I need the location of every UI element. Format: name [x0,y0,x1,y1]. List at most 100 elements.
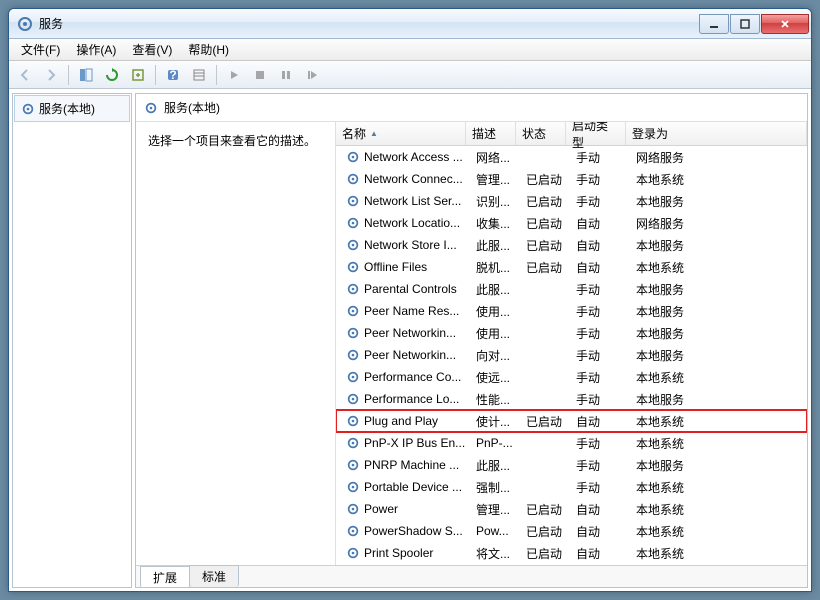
service-row[interactable]: Print Spooler将文...已启动自动本地系统 [336,542,807,564]
gear-icon [346,546,360,560]
cell-name: Network Connec... [342,172,472,186]
cell-logon: 本地服务 [632,193,807,210]
cell-startup: 手动 [572,171,632,188]
service-row[interactable]: Power管理...已启动自动本地系统 [336,498,807,520]
maximize-button[interactable] [730,14,760,34]
service-row[interactable]: Performance Lo...性能...手动本地服务 [336,388,807,410]
cell-logon: 本地系统 [632,545,807,562]
forward-button[interactable] [39,63,63,87]
cell-startup: 手动 [572,457,632,474]
col-status[interactable]: 状态 [516,122,566,145]
cell-name: Peer Networkin... [342,326,472,340]
col-startup[interactable]: 启动类型 [566,122,626,145]
gear-icon [346,282,360,296]
cell-desc: 管理... [472,501,522,518]
cell-status: 已启动 [522,523,572,540]
service-row[interactable]: Offline Files脱机...已启动自动本地系统 [336,256,807,278]
cell-logon: 本地系统 [632,479,807,496]
service-row[interactable]: Peer Name Res...使用...手动本地服务 [336,300,807,322]
col-name[interactable]: 名称▲ [336,122,466,145]
menu-file[interactable]: 文件(F) [13,39,68,60]
cell-name: PnP-X IP Bus En... [342,436,472,450]
service-row[interactable]: PnP-X IP Bus En...PnP-...手动本地系统 [336,432,807,454]
cell-desc: 性能... [472,391,522,408]
service-row[interactable]: Network Locatio...收集...已启动自动网络服务 [336,212,807,234]
service-row[interactable]: Network Store I...此服...已启动自动本地服务 [336,234,807,256]
service-row[interactable]: Peer Networkin...使用...手动本地服务 [336,322,807,344]
cell-logon: 本地系统 [632,259,807,276]
cell-startup: 手动 [572,303,632,320]
service-row[interactable]: Peer Networkin...向对...手动本地服务 [336,344,807,366]
cell-status: 已启动 [522,171,572,188]
tab-extended[interactable]: 扩展 [140,566,190,588]
service-row[interactable]: Network Access ...网络...手动网络服务 [336,146,807,168]
cell-startup: 手动 [572,325,632,342]
cell-status: 已启动 [522,501,572,518]
svg-text:?: ? [169,68,176,82]
cell-name: Peer Name Res... [342,304,472,318]
service-row[interactable]: Network Connec...管理...已启动手动本地系统 [336,168,807,190]
cell-name: Performance Co... [342,370,472,384]
menu-help[interactable]: 帮助(H) [180,39,237,60]
cell-logon: 本地系统 [632,413,807,430]
service-row[interactable]: Performance Co...使远...手动本地系统 [336,366,807,388]
detail-heading: 服务(本地) [164,99,220,116]
tree-pane[interactable]: 服务(本地) [12,93,132,588]
cell-startup: 手动 [572,193,632,210]
cell-desc: 网络... [472,149,522,166]
cell-desc: 使用... [472,325,522,342]
pause-service-button[interactable] [274,63,298,87]
cell-startup: 手动 [572,479,632,496]
show-hide-tree-button[interactable] [74,63,98,87]
menu-action[interactable]: 操作(A) [68,39,124,60]
col-desc[interactable]: 描述 [466,122,516,145]
service-rows[interactable]: Network Access ...网络...手动网络服务Network Con… [336,146,807,565]
restart-service-button[interactable] [300,63,324,87]
cell-desc: 将文... [472,545,522,562]
stop-service-button[interactable] [248,63,272,87]
app-icon [17,16,33,32]
help-button[interactable]: ? [161,63,185,87]
refresh-button[interactable] [100,63,124,87]
gear-icon [346,370,360,384]
gear-icon [346,150,360,164]
close-button[interactable] [761,14,809,34]
detail-pane: 服务(本地) 选择一个项目来查看它的描述。 名称▲ 描述 状态 启动类型 登录为… [135,93,808,588]
service-row[interactable]: Plug and Play使计...已启动自动本地系统 [336,410,807,432]
cell-startup: 手动 [572,347,632,364]
service-row[interactable]: Network List Ser...识别...已启动手动本地服务 [336,190,807,212]
cell-name: Network Store I... [342,238,472,252]
menubar: 文件(F) 操作(A) 查看(V) 帮助(H) [9,39,811,61]
back-button[interactable] [13,63,37,87]
cell-status: 已启动 [522,237,572,254]
cell-logon: 本地服务 [632,237,807,254]
start-service-button[interactable] [222,63,246,87]
col-logon[interactable]: 登录为 [626,122,807,145]
service-row[interactable]: Parental Controls此服...手动本地服务 [336,278,807,300]
service-row[interactable]: PNRP Machine ...此服...手动本地服务 [336,454,807,476]
gear-icon [346,392,360,406]
titlebar[interactable]: 服务 [9,9,811,39]
service-row[interactable]: PowerShadow S...Pow...已启动自动本地系统 [336,520,807,542]
cell-name: Network List Ser... [342,194,472,208]
services-window: 服务 文件(F) 操作(A) 查看(V) 帮助(H) ? 服务(本地 [8,8,812,592]
minimize-button[interactable] [699,14,729,34]
cell-desc: 此服... [472,457,522,474]
cell-logon: 网络服务 [632,149,807,166]
cell-name: Network Access ... [342,150,472,164]
cell-name: PNRP Machine ... [342,458,472,472]
service-row[interactable]: Portable Device ...强制...手动本地系统 [336,476,807,498]
tab-standard[interactable]: 标准 [189,565,239,587]
cell-startup: 手动 [572,281,632,298]
export-button[interactable] [126,63,150,87]
cell-logon: 本地服务 [632,347,807,364]
menu-view[interactable]: 查看(V) [124,39,180,60]
service-list: 名称▲ 描述 状态 启动类型 登录为 Network Access ...网络.… [336,122,807,565]
content-area: 服务(本地) 服务(本地) 选择一个项目来查看它的描述。 名称▲ 描述 状态 启… [9,89,811,591]
tree-node-services-local[interactable]: 服务(本地) [14,95,130,122]
gear-icon [346,238,360,252]
cell-desc: Pow... [472,524,522,538]
cell-startup: 自动 [572,545,632,562]
gear-icon [346,480,360,494]
properties-button[interactable] [187,63,211,87]
